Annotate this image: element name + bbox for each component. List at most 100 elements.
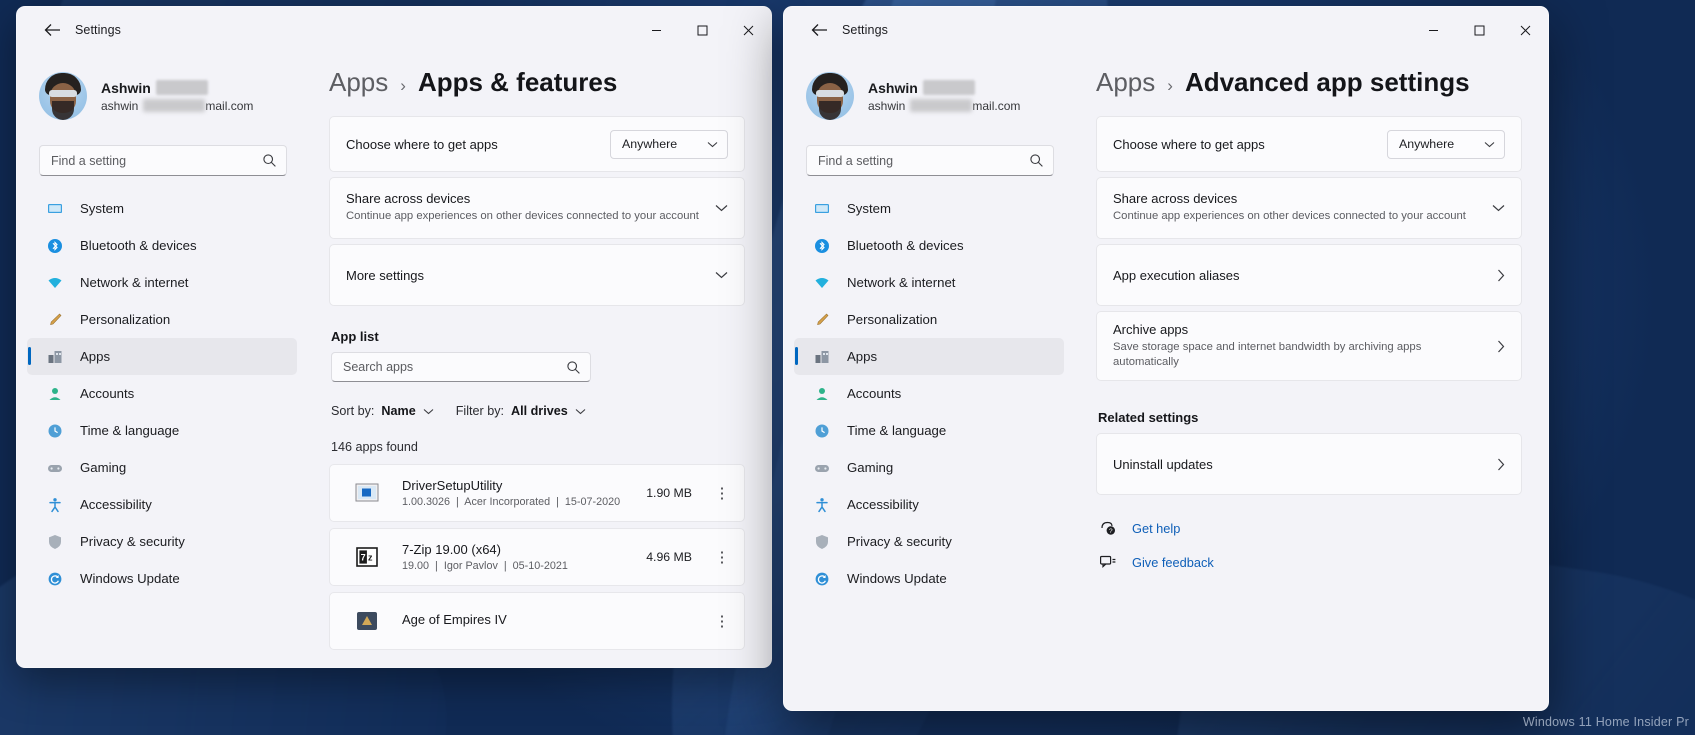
give-feedback-link[interactable]: Give feedback [1076,538,1548,572]
card-title: Share across devices [346,191,471,207]
sidebar-item-apps[interactable]: Apps [794,338,1064,375]
sidebar-item-windows-update[interactable]: Windows Update [794,560,1064,597]
chevron-down-icon [707,141,718,148]
wifi-icon [45,273,65,293]
sidebar-item-apps[interactable]: Apps [27,338,297,375]
chevron-down-icon[interactable] [715,271,728,279]
sidebar-item-label: Accounts [847,386,902,401]
sidebar-item-system[interactable]: System [27,190,297,227]
maximize-button[interactable] [679,7,725,53]
sidebar: Ashwin ashwin mail.com Find a setting Sy… [784,53,1076,710]
titlebar: Settings [784,7,1548,53]
chevron-right-icon[interactable] [1497,340,1505,353]
sidebar-item-bluetooth-devices[interactable]: Bluetooth & devices [27,227,297,264]
filter-by-control[interactable]: Filter by: All drives [456,404,586,418]
sidebar-item-label: Privacy & security [80,534,185,549]
sidebar-item-personalization[interactable]: Personalization [794,301,1064,338]
sort-by-label: Sort by: [331,404,375,418]
card-uninstall-updates[interactable]: Uninstall updates [1096,433,1522,495]
find-a-setting-box[interactable] [39,145,287,176]
card-subtitle: Save storage space and internet bandwidt… [1113,340,1422,368]
sidebar-item-network-internet[interactable]: Network & internet [794,264,1064,301]
profile-email-prefix: ashwin [101,98,139,113]
dropdown-value: Anywhere [1399,137,1455,151]
breadcrumb-parent[interactable]: Apps [1096,67,1155,98]
sidebar-item-privacy-security[interactable]: Privacy & security [27,523,297,560]
breadcrumb-parent[interactable]: Apps [329,67,388,98]
settings-cards: Choose where to get apps Anywhere Share … [1076,98,1548,381]
card-title: Choose where to get apps [1113,136,1265,152]
minimize-button[interactable] [1410,7,1456,53]
card-app-execution-aliases[interactable]: App execution aliases [1096,244,1522,306]
related-settings-heading: Related settings [1098,410,1199,425]
card-more-settings[interactable]: More settings [329,244,745,306]
search-apps-input[interactable] [332,353,590,381]
get-apps-dropdown[interactable]: Anywhere [610,129,728,159]
profile-email-prefix: ashwin [868,98,906,113]
app-more-options-button[interactable]: ⋮ [714,548,730,566]
card-choose-where-to-get-apps[interactable]: Choose where to get apps Anywhere [329,116,745,172]
card-subtitle: Continue app experiences on other device… [346,210,699,223]
app-details: 19.00 | Igor Pavlov | 05-10-2021 [402,560,568,572]
profile-name: Ashwin [868,80,1020,96]
sidebar-item-accounts[interactable]: Accounts [27,375,297,412]
back-button[interactable] [802,15,836,45]
card-archive-apps[interactable]: Archive apps Save storage space and inte… [1096,311,1522,381]
get-apps-dropdown[interactable]: Anywhere [1387,129,1505,159]
sidebar-item-network-internet[interactable]: Network & internet [27,264,297,301]
sidebar-item-accessibility[interactable]: Accessibility [794,486,1064,523]
svg-text:?: ? [1109,528,1113,535]
link-label: Get help [1132,520,1181,536]
chevron-down-icon [423,408,434,415]
sort-by-control[interactable]: Sort by: Name [331,404,434,418]
chevron-right-icon[interactable] [1497,269,1505,282]
sidebar-item-gaming[interactable]: Gaming [27,449,297,486]
redacted-surname [155,80,208,95]
close-button[interactable] [725,7,771,53]
search-input[interactable] [40,146,286,175]
table-row[interactable]: 7z 7-Zip 19.00 (x64) 19.00 | Igor Pavlov… [329,528,745,586]
back-button[interactable] [35,15,69,45]
find-a-setting-box[interactable] [806,145,1054,176]
user-profile[interactable]: Ashwin ashwin mail.com [17,53,309,129]
maximize-button[interactable] [1456,7,1502,53]
sidebar-item-system[interactable]: System [794,190,1064,227]
app-more-options-button[interactable]: ⋮ [714,484,730,502]
sidebar-item-time-language[interactable]: Time & language [27,412,297,449]
chevron-down-icon[interactable] [715,204,728,212]
search-input[interactable] [807,146,1053,175]
update-icon [812,569,832,589]
settings-window-apps-features[interactable]: Settings Ashwin ashwin mail.com Find a s… [16,6,772,668]
main-content: Apps › Apps & features Choose where to g… [309,53,771,667]
table-row[interactable]: Age of Empires IV ⋮ [329,592,745,650]
settings-window-advanced-app-settings[interactable]: Settings Ashwin ashwin mail.com Find a s… [783,6,1549,711]
search-apps-box[interactable] [331,352,591,382]
sidebar-item-accessibility[interactable]: Accessibility [27,486,297,523]
sidebar-item-privacy-security[interactable]: Privacy & security [794,523,1064,560]
sidebar-item-time-language[interactable]: Time & language [794,412,1064,449]
table-row[interactable]: DriverSetupUtility 1.00.3026 | Acer Inco… [329,464,745,522]
app-name: DriverSetupUtility [402,478,503,493]
sidebar-item-bluetooth-devices[interactable]: Bluetooth & devices [794,227,1064,264]
monitor-icon [812,199,832,219]
window-controls [633,7,771,53]
card-share-across-devices[interactable]: Share across devices Continue app experi… [329,177,745,239]
chevron-down-icon[interactable] [1492,204,1505,212]
sidebar-item-windows-update[interactable]: Windows Update [27,560,297,597]
user-profile[interactable]: Ashwin ashwin mail.com [784,53,1076,129]
app-list-heading: App list [331,329,379,344]
get-help-link[interactable]: ? Get help [1076,500,1548,538]
sidebar-item-label: Gaming [80,460,127,475]
card-share-across-devices[interactable]: Share across devices Continue app experi… [1096,177,1522,239]
sidebar-item-accounts[interactable]: Accounts [794,375,1064,412]
gamepad-icon [812,458,832,478]
sidebar-item-gaming[interactable]: Gaming [794,449,1064,486]
main-content: Apps › Advanced app settings Choose wher… [1076,53,1548,710]
app-more-options-button[interactable]: ⋮ [714,612,730,630]
card-choose-where-to-get-apps[interactable]: Choose where to get apps Anywhere [1096,116,1522,172]
minimize-button[interactable] [633,7,679,53]
sidebar-item-personalization[interactable]: Personalization [27,301,297,338]
close-button[interactable] [1502,7,1548,53]
sidebar-item-label: Time & language [80,423,180,438]
chevron-right-icon[interactable] [1497,458,1505,471]
